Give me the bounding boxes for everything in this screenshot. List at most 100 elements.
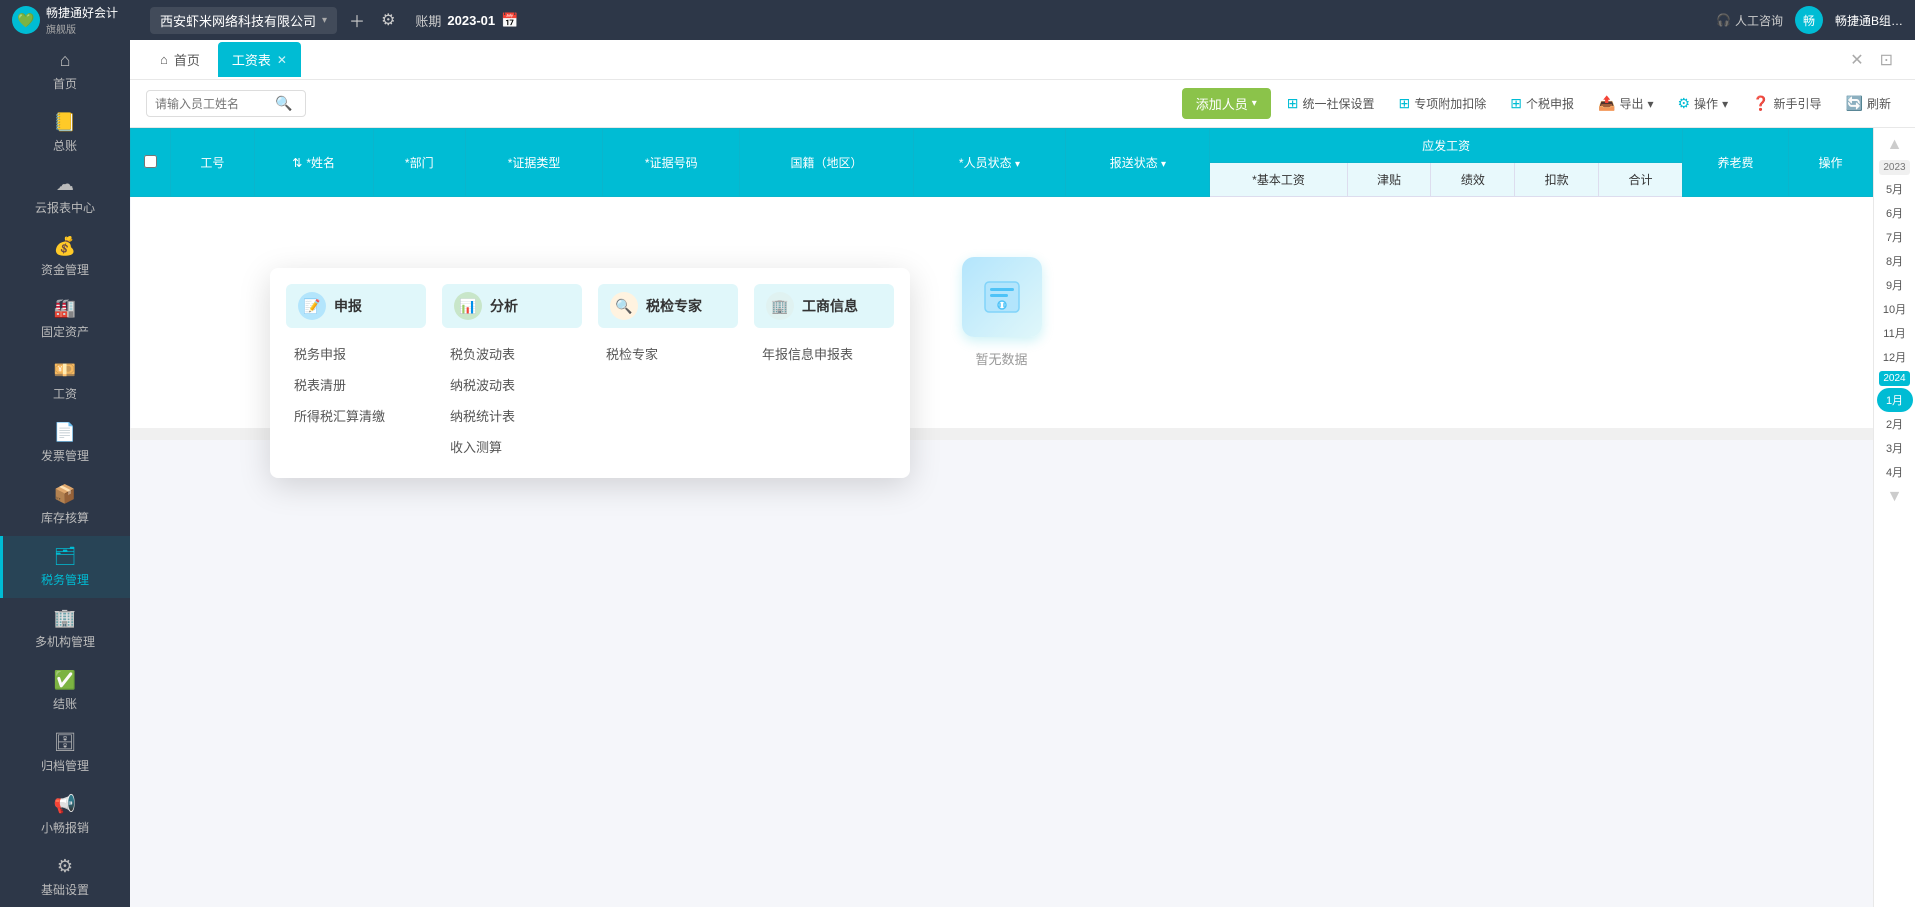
period-area: 账期 2023-01 📅 bbox=[415, 11, 518, 30]
period-calendar-icon[interactable]: 📅 bbox=[501, 12, 518, 29]
timeline-month-8[interactable]: 8月 bbox=[1877, 249, 1913, 273]
tax-report-icon: ⊞ bbox=[1510, 95, 1522, 112]
tab-home-label: 首页 bbox=[174, 50, 200, 69]
timeline-down-button[interactable]: ▼ bbox=[1883, 484, 1907, 510]
item-tax-table[interactable]: 税表清册 bbox=[286, 369, 426, 400]
timeline-month-6[interactable]: 6月 bbox=[1877, 201, 1913, 225]
export-arrow: ▾ bbox=[1647, 97, 1653, 111]
sidebar-item-fixed-assets[interactable]: 🏭 固定资产 bbox=[0, 288, 130, 350]
cat-header-analysis: 📊 分析 bbox=[442, 284, 582, 328]
guide-toolbar-label: 新手引导 bbox=[1774, 95, 1822, 112]
timeline-month-1[interactable]: 1月 bbox=[1877, 388, 1913, 412]
settings-button[interactable]: ⚙ bbox=[377, 6, 399, 34]
sidebar-item-salary[interactable]: 💴 工资 bbox=[0, 350, 130, 412]
timeline-month-12[interactable]: 12月 bbox=[1877, 345, 1913, 369]
archive-icon: 🗄 bbox=[54, 732, 77, 753]
sidebar-item-fund[interactable]: 💰 资金管理 bbox=[0, 226, 130, 288]
refresh-label: 刷新 bbox=[1867, 95, 1891, 112]
cat-header-declaration: 📝 申报 bbox=[286, 284, 426, 328]
search-icon: 🔍 bbox=[275, 95, 292, 112]
user-name[interactable]: 畅捷通B组… bbox=[1835, 12, 1903, 29]
special-deduct-label: 专项附加扣除 bbox=[1414, 95, 1486, 112]
tab-restore-button[interactable]: ⊡ bbox=[1874, 48, 1899, 72]
sidebar-item-marketing[interactable]: 📢 小畅报销 bbox=[0, 784, 130, 846]
action-export[interactable]: 📤 导出 ▾ bbox=[1590, 91, 1661, 116]
item-tax-statistics[interactable]: 纳税统计表 bbox=[442, 400, 582, 431]
item-income-tax-settle[interactable]: 所得税汇算清缴 bbox=[286, 400, 426, 431]
special-deduct-icon: ⊞ bbox=[1399, 95, 1411, 112]
empty-icon bbox=[962, 257, 1042, 337]
item-tax-expert[interactable]: 税检专家 bbox=[598, 338, 738, 369]
settings-icon: ⚙ bbox=[57, 856, 73, 877]
table-container: 工号 ⇅*姓名 *部门 *证据类型 *证据号码 国籍（地区） *人员状态 ▾ bbox=[130, 128, 1873, 907]
timeline-month-10[interactable]: 10月 bbox=[1877, 297, 1913, 321]
sidebar-item-tax[interactable]: 🗂 税务管理 bbox=[0, 536, 130, 598]
declaration-items: 税务申报 税表清册 所得税汇算清缴 bbox=[286, 338, 426, 431]
operations-arrow: ▾ bbox=[1722, 97, 1728, 111]
home-tab-icon: ⌂ bbox=[160, 52, 168, 67]
company-selector[interactable]: 西安虾米网络科技有限公司 ▾ bbox=[150, 7, 337, 34]
tab-close-button[interactable]: ✕ bbox=[277, 53, 287, 67]
sidebar-item-invoice[interactable]: 📄 发票管理 bbox=[0, 412, 130, 474]
operations-label: 操作 bbox=[1694, 95, 1718, 112]
item-tax-burden-fluctuation[interactable]: 税负波动表 bbox=[442, 338, 582, 369]
tab-bar: ⌂ 首页 工资表 ✕ ✕ ⊡ bbox=[130, 40, 1915, 80]
popup-category-analysis: 📊 分析 税负波动表 纳税波动表 纳税统计表 收入测算 bbox=[442, 284, 582, 462]
action-refresh[interactable]: 🔄 刷新 bbox=[1838, 91, 1899, 116]
timeline-month-2[interactable]: 2月 bbox=[1877, 412, 1913, 436]
timeline-month-3[interactable]: 3月 bbox=[1877, 436, 1913, 460]
period-value: 2023-01 bbox=[447, 13, 495, 28]
action-special-deduct[interactable]: ⊞ 专项附加扣除 bbox=[1391, 91, 1495, 116]
toolbar: 🔍 添加人员 ▾ ⊞ 统一社保设置 ⊞ 专项附加扣除 ⊞ 个税申报 📤 导出 bbox=[130, 80, 1915, 128]
action-tax-report[interactable]: ⊞ 个税申报 bbox=[1502, 91, 1582, 116]
sidebar-item-settings[interactable]: ⚙ 基础设置 bbox=[0, 846, 130, 907]
action-social-security[interactable]: ⊞ 统一社保设置 bbox=[1279, 91, 1383, 116]
tab-salary-table[interactable]: 工资表 ✕ bbox=[218, 42, 301, 77]
sidebar-label-inventory: 库存核算 bbox=[41, 509, 89, 526]
action-operations[interactable]: ⚙ 操作 ▾ bbox=[1669, 91, 1736, 116]
empty-text: 暂无数据 bbox=[975, 349, 1027, 368]
social-security-label: 统一社保设置 bbox=[1302, 95, 1374, 112]
service-button[interactable]: 🎧 人工咨询 bbox=[1716, 12, 1783, 29]
item-annual-report[interactable]: 年报信息申报表 bbox=[754, 338, 894, 369]
search-input-wrap: 🔍 bbox=[146, 90, 306, 117]
sidebar-item-archive[interactable]: 🗄 归档管理 bbox=[0, 722, 130, 784]
item-tax-fluctuation[interactable]: 纳税波动表 bbox=[442, 369, 582, 400]
select-all-checkbox[interactable] bbox=[144, 155, 157, 168]
timeline-month-9[interactable]: 9月 bbox=[1877, 273, 1913, 297]
fund-icon: 💰 bbox=[54, 236, 76, 257]
add-person-button[interactable]: 添加人员 ▾ bbox=[1182, 88, 1271, 119]
sidebar-item-inventory[interactable]: 📦 库存核算 bbox=[0, 474, 130, 536]
timeline-up-button[interactable]: ▲ bbox=[1883, 132, 1907, 158]
marketing-icon: 📢 bbox=[54, 794, 76, 815]
action-guide[interactable]: ❓ 新手引导 bbox=[1744, 91, 1829, 116]
timeline-month-11[interactable]: 11月 bbox=[1877, 321, 1913, 345]
main-layout: ⌂ 首页 📒 总账 ☁ 云报表中心 💰 资金管理 🏭 固定资产 💴 工资 📄 发… bbox=[0, 40, 1915, 907]
add-company-button[interactable]: ＋ bbox=[345, 4, 369, 36]
header-actions: ＋ ⚙ bbox=[345, 4, 399, 36]
sidebar-label-cloud-report: 云报表中心 bbox=[35, 199, 95, 216]
invoice-icon: 📄 bbox=[54, 422, 76, 443]
timeline-year-2024: 2024 bbox=[1879, 371, 1909, 386]
social-security-icon: ⊞ bbox=[1287, 95, 1299, 112]
sidebar-label-tax: 税务管理 bbox=[41, 571, 89, 588]
cat-header-business-info: 🏢 工商信息 bbox=[754, 284, 894, 328]
sidebar-item-checkout[interactable]: ✅ 结账 bbox=[0, 660, 130, 722]
operations-icon: ⚙ bbox=[1677, 95, 1690, 112]
timeline-month-7[interactable]: 7月 bbox=[1877, 225, 1913, 249]
tax-expert-items: 税检专家 bbox=[598, 338, 738, 369]
sidebar-item-home[interactable]: ⌂ 首页 bbox=[0, 40, 130, 102]
sidebar-item-ledger[interactable]: 📒 总账 bbox=[0, 102, 130, 164]
sidebar-item-cloud-report[interactable]: ☁ 云报表中心 bbox=[0, 164, 130, 226]
timeline-month-4[interactable]: 4月 bbox=[1877, 460, 1913, 484]
tab-close-all-button[interactable]: ✕ bbox=[1844, 48, 1869, 72]
item-tax-declaration[interactable]: 税务申报 bbox=[286, 338, 426, 369]
search-input[interactable] bbox=[155, 97, 275, 111]
popup-categories: 📝 申报 税务申报 税表清册 所得税汇算清缴 bbox=[286, 284, 894, 462]
tab-home[interactable]: ⌂ 首页 bbox=[146, 42, 214, 77]
th-employee-id: 工号 bbox=[171, 129, 255, 197]
sidebar-label-checkout: 结账 bbox=[53, 695, 77, 712]
timeline-month-5[interactable]: 5月 bbox=[1877, 177, 1913, 201]
item-income-estimate[interactable]: 收入测算 bbox=[442, 431, 582, 462]
sidebar-item-multi-org[interactable]: 🏢 多机构管理 bbox=[0, 598, 130, 660]
